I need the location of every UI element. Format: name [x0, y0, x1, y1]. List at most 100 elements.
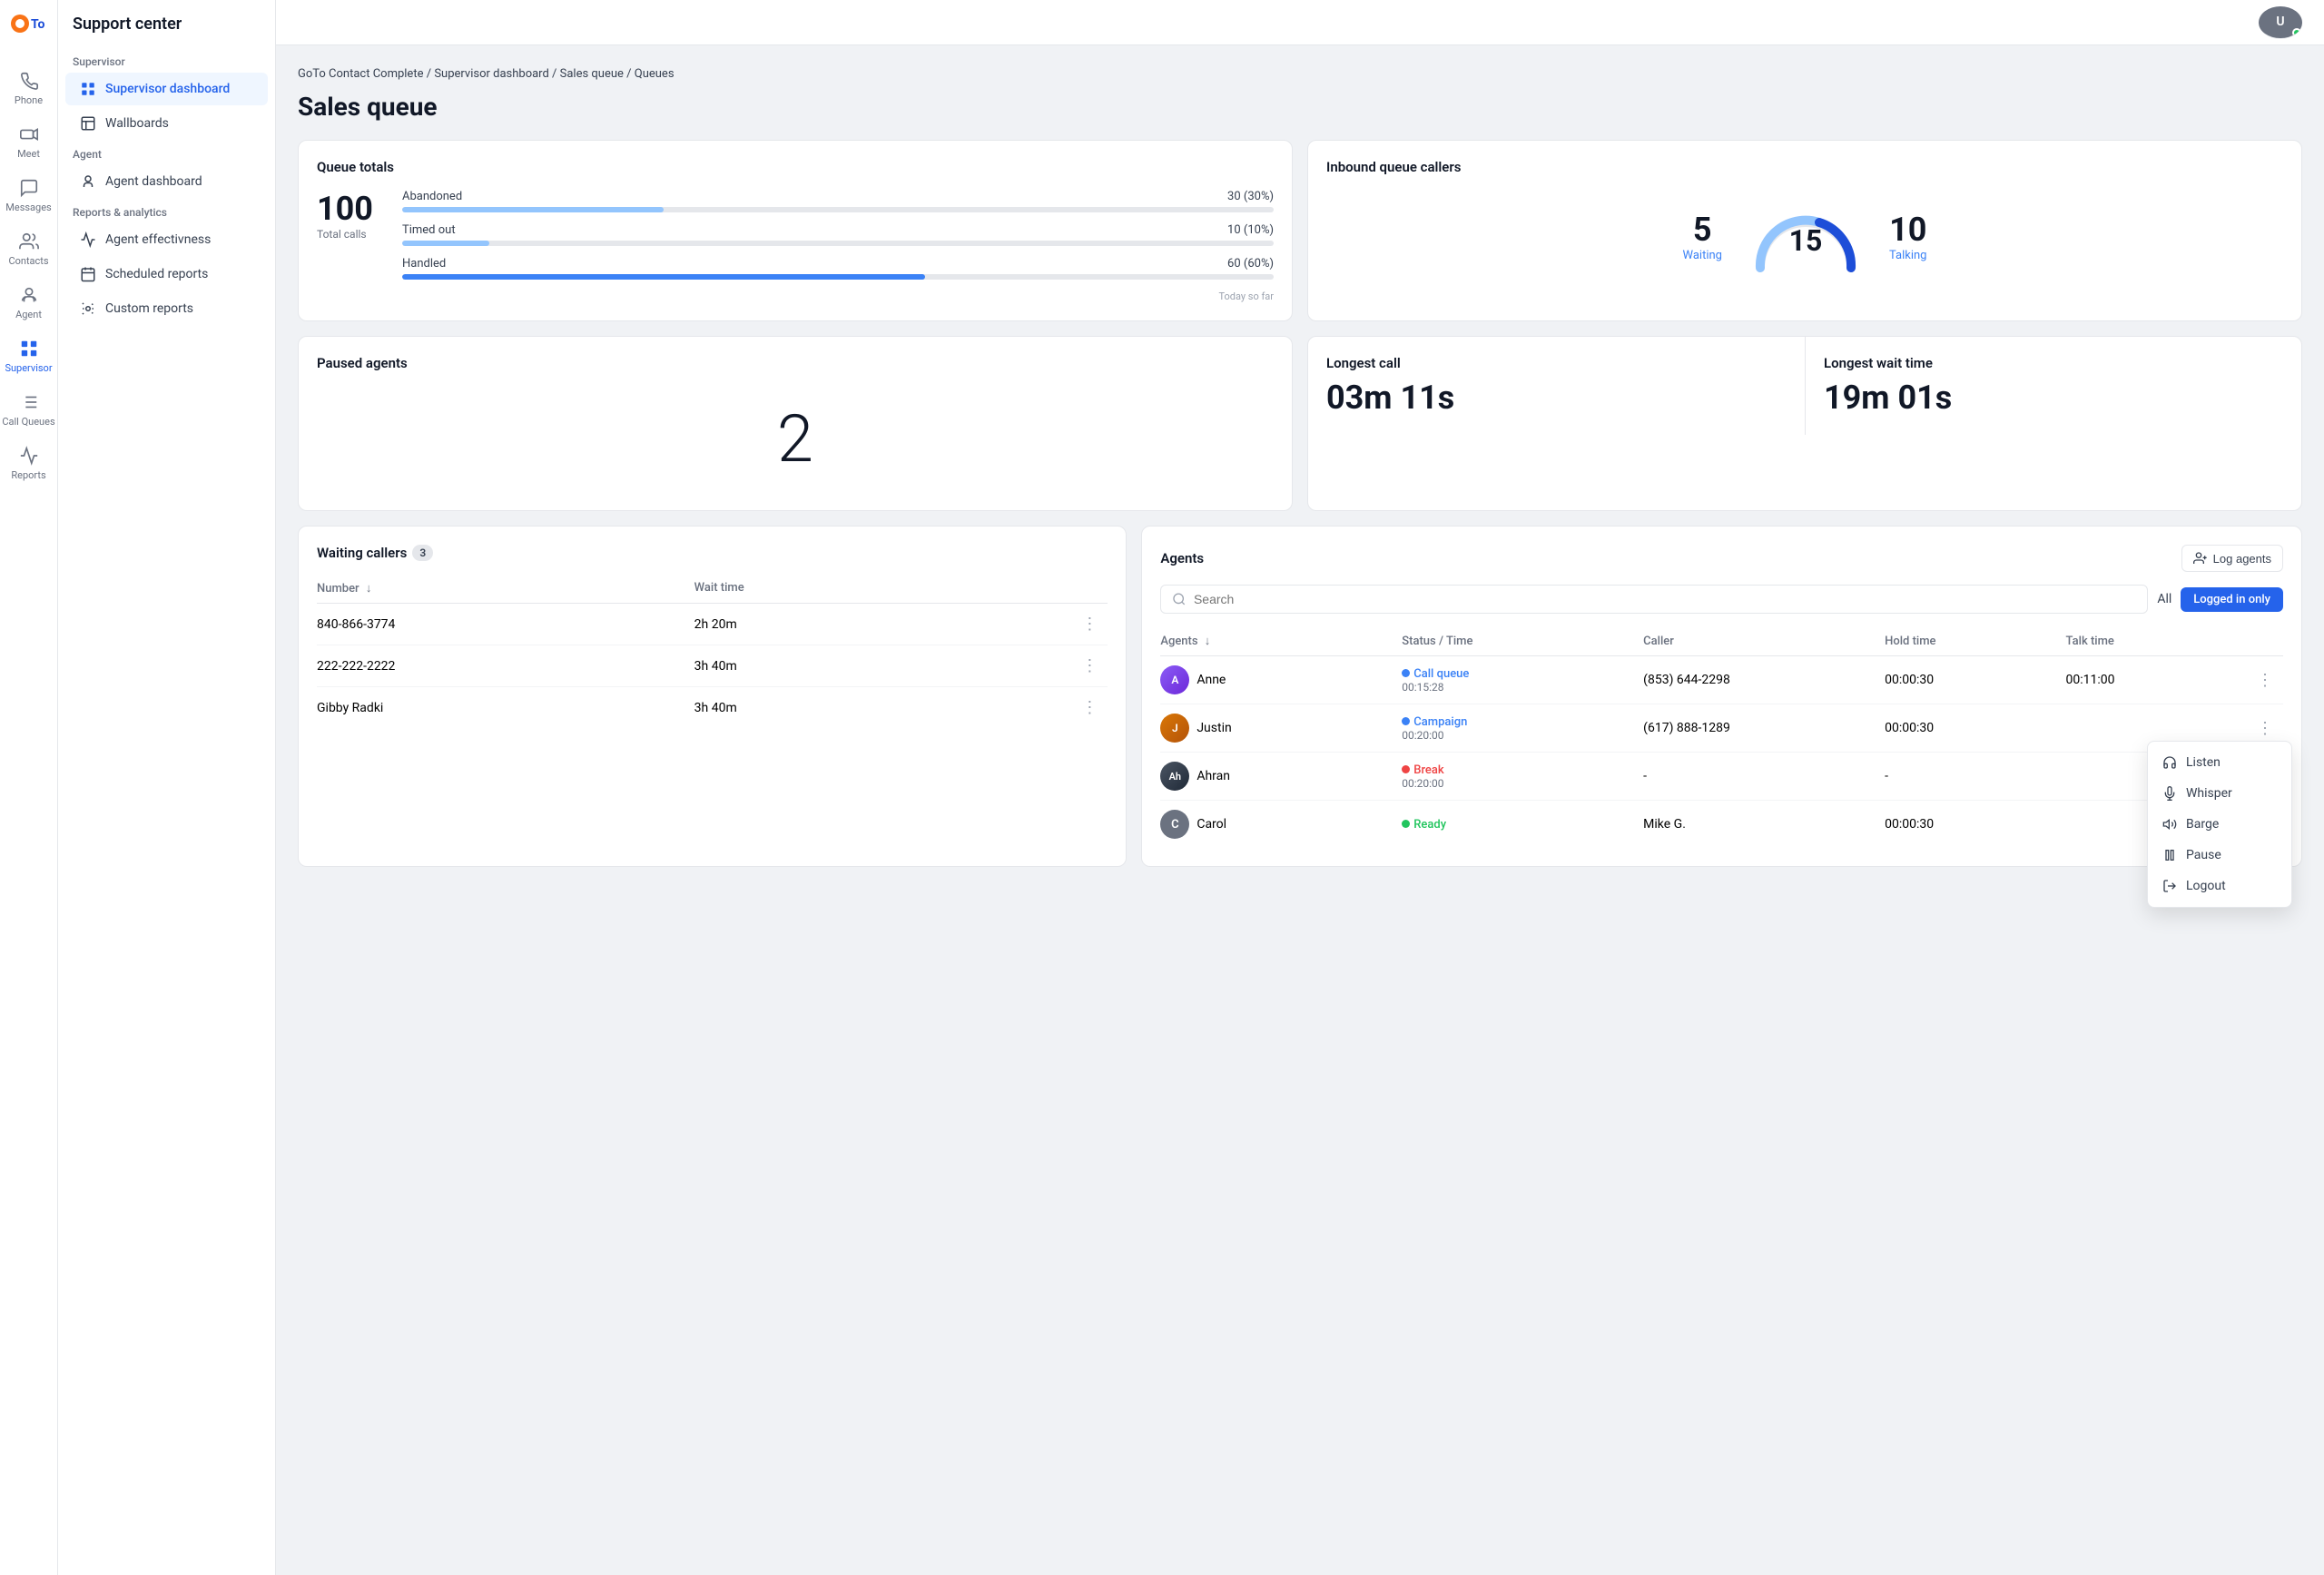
search-box[interactable] [1160, 585, 2148, 614]
callqueues-nav[interactable]: Call Queues [0, 383, 57, 437]
second-cards-grid: Paused agents 2 Longest call 03m 11s Lon… [298, 336, 2302, 511]
context-menu-logout[interactable]: Logout [2148, 871, 2291, 901]
callqueues-nav-label: Call Queues [2, 416, 54, 428]
breadcrumb-item-1[interactable]: GoTo Contact Complete [298, 67, 423, 81]
queue-bars: Abandoned 30 (30%) Timed out 10 (10%) [402, 190, 1274, 302]
table-row: 222-222-2222 3h 40m ⋮ [317, 645, 1108, 687]
avatar-carol: C [1160, 810, 1189, 839]
agent-nav[interactable]: Agent [0, 276, 57, 330]
longest-wait-card: Longest wait time 19m 01s [1805, 337, 2301, 435]
breadcrumb-sep-2: / [552, 67, 560, 81]
sidebar-item-custom-reports[interactable]: Custom reports [65, 292, 268, 325]
agent-status-ahran: Break 00:20:00 [1402, 763, 1643, 790]
context-menu-whisper[interactable]: Whisper [2148, 778, 2291, 809]
sidebar-item-wallboards[interactable]: Wallboards [65, 107, 268, 140]
messages-nav-label: Messages [5, 202, 51, 213]
abandoned-label: Abandoned [402, 190, 462, 203]
agent-status-carol: Ready [1402, 817, 1643, 832]
supervisor-nav-label: Supervisor [5, 362, 52, 374]
sidebar-item-supervisor-dashboard[interactable]: Supervisor dashboard [65, 73, 268, 105]
bar-handled: Handled 60 (60%) [402, 257, 1274, 280]
goto-logo[interactable]: To [11, 11, 47, 40]
log-agents-label: Log agents [2213, 552, 2271, 566]
context-menu-pause[interactable]: Pause [2148, 840, 2291, 871]
agent-caller-justin: (617) 888-1289 [1643, 721, 1885, 735]
breadcrumb-item-4: Queues [635, 67, 675, 81]
filter-logged-in[interactable]: Logged in only [2181, 587, 2283, 612]
sidebar-item-scheduled-reports[interactable]: Scheduled reports [65, 258, 268, 290]
agent-row-ahran: Ah Ahran Break 00:20:00 - - ⋮ [1160, 753, 2283, 801]
agent-options-anne[interactable]: ⋮ [2247, 671, 2283, 690]
caller-number-3: Gibby Radki [317, 701, 694, 715]
contacts-nav[interactable]: Contacts [0, 222, 57, 276]
agents-header: Agents Log agents [1160, 545, 2283, 572]
context-menu-barge[interactable]: Barge [2148, 809, 2291, 840]
paused-agents-card: Paused agents 2 [298, 336, 1293, 511]
agent-caller-anne: (853) 644-2298 [1643, 673, 1885, 687]
context-menu-listen[interactable]: Listen [2148, 747, 2291, 778]
time-cards: Longest call 03m 11s Longest wait time 1… [1308, 337, 2301, 435]
messages-nav[interactable]: Messages [0, 169, 57, 222]
agent-options-justin[interactable]: ⋮ [2247, 719, 2283, 738]
phone-nav[interactable]: Phone [0, 62, 57, 115]
user-avatar[interactable]: U [2259, 6, 2302, 39]
agents-sort-icon[interactable]: ↓ [1205, 635, 1211, 648]
table-row: 840-866-3774 2h 20m ⋮ [317, 604, 1108, 645]
talking-stat: 10 Talking [1889, 211, 1927, 262]
sidebar-section-agent: Agent [58, 141, 275, 164]
agent-caller-ahran: - [1643, 769, 1885, 783]
timedout-label: Timed out [402, 223, 456, 237]
agents-title: Agents [1160, 550, 1204, 566]
sort-icon[interactable]: ↓ [366, 582, 372, 596]
sidebar-item-agent-dashboard[interactable]: Agent dashboard [65, 165, 268, 198]
inbound-callers-title: Inbound queue callers [1326, 159, 2283, 175]
svg-text:To: To [31, 17, 44, 32]
reports-analytics-nav[interactable]: Reports [0, 437, 57, 490]
waiting-callers-count-badge: 3 [412, 545, 433, 561]
logout-icon [2162, 879, 2177, 893]
caller-wait-3: 3h 40m [694, 701, 1072, 715]
agent-row-justin: J Justin Campaign 00:20:00 (617) 888-128… [1160, 704, 2283, 753]
context-menu: Listen Whisper Barge Pause [2147, 741, 2292, 908]
agents-col-status: Status / Time [1402, 635, 1643, 648]
contacts-nav-label: Contacts [8, 255, 48, 267]
talking-number: 10 [1889, 211, 1927, 249]
caller-options-3[interactable]: ⋮ [1071, 698, 1108, 717]
agent-name-justin: J Justin [1160, 714, 1402, 743]
bar-timedout: Timed out 10 (10%) [402, 223, 1274, 246]
agents-table-header: Agents ↓ Status / Time Caller Hold time … [1160, 626, 2283, 656]
agent-row-anne: A Anne Call queue 00:15:28 (853) 644-229… [1160, 656, 2283, 704]
wallboards-label: Wallboards [105, 116, 169, 131]
longest-call-value: 03m 11s [1326, 379, 1787, 417]
barge-label: Barge [2186, 817, 2219, 832]
filter-all[interactable]: All [2157, 592, 2171, 606]
agent-name-carol: C Carol [1160, 810, 1402, 839]
longest-wait-value: 19m 01s [1824, 379, 2283, 417]
supervisor-dashboard-label: Supervisor dashboard [105, 82, 230, 96]
supervisor-nav[interactable]: Supervisor [0, 330, 57, 383]
sidebar: Support center Supervisor Supervisor das… [58, 0, 276, 1575]
handled-label: Handled [402, 257, 446, 271]
search-input[interactable] [1194, 592, 2136, 606]
pause-icon [2162, 848, 2177, 862]
sidebar-section-reports: Reports & analytics [58, 199, 275, 222]
caller-options-1[interactable]: ⋮ [1071, 615, 1108, 634]
today-label: Today so far [402, 290, 1274, 302]
waiting-callers-card: Waiting callers 3 Number ↓ Wait time 840… [298, 526, 1127, 867]
breadcrumb-item-2[interactable]: Supervisor dashboard [434, 67, 548, 81]
agent-hold-ahran: - [1885, 769, 2065, 783]
timedout-value: 10 (10%) [1227, 223, 1274, 237]
breadcrumb-item-3[interactable]: Sales queue [560, 67, 624, 81]
caller-wait-2: 3h 40m [694, 659, 1072, 674]
sidebar-item-agent-effectivness[interactable]: Agent effectivness [65, 223, 268, 256]
log-agents-button[interactable]: Log agents [2181, 545, 2283, 572]
longest-call-card: Longest call 03m 11s [1308, 337, 1805, 435]
agent-name-carol-text: Carol [1196, 817, 1226, 832]
top-cards-grid: Queue totals 100 Total calls Abandoned 3… [298, 140, 2302, 321]
agents-col-hold: Hold time [1885, 635, 2065, 648]
listen-label: Listen [2186, 755, 2221, 770]
total-calls-label: Total calls [317, 228, 373, 241]
talking-label: Talking [1889, 249, 1927, 262]
caller-options-2[interactable]: ⋮ [1071, 656, 1108, 675]
meet-nav[interactable]: Meet [0, 115, 57, 169]
